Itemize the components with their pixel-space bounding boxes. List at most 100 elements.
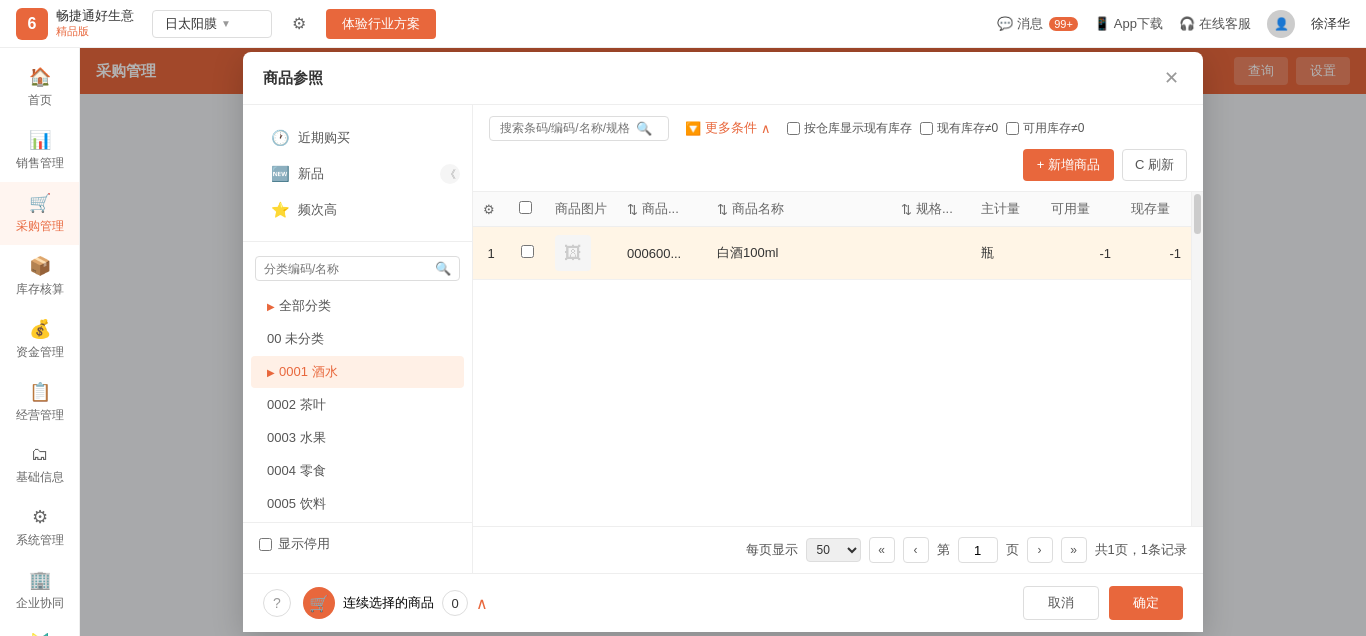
app-icon: 📱: [1094, 16, 1110, 31]
sidebar-label-finance: 资金管理: [16, 344, 64, 361]
store-selector[interactable]: 日太阳膜 ▼: [152, 10, 272, 38]
sidebar-item-system[interactable]: ⚙ 系统管理: [0, 496, 79, 559]
col-image-label: 商品图片: [555, 200, 607, 218]
settings-icon[interactable]: ⚙: [483, 202, 495, 217]
stock-nonzero-label[interactable]: 现有库存≠0: [920, 120, 998, 137]
help-btn[interactable]: ?: [263, 589, 291, 617]
page-size-select[interactable]: 20 50 100: [806, 538, 861, 562]
chevron-down-icon: ▼: [221, 18, 231, 29]
category-search-box[interactable]: 🔍: [255, 256, 460, 281]
search-icon: 🔍: [435, 261, 451, 276]
sidebar-item-guide[interactable]: 🔰 新手引导: [0, 622, 79, 636]
frequent-item[interactable]: ⭐ 频次高: [255, 193, 432, 227]
category-label-0005: 0005 饮料: [267, 496, 326, 511]
sort-icon-code: ⇅: [627, 202, 638, 217]
search-icon: 🔍: [636, 121, 652, 136]
online-service-nav-item[interactable]: 🎧 在线客服: [1179, 15, 1251, 33]
product-search-input[interactable]: [500, 121, 630, 135]
table-row[interactable]: 1 🖼: [473, 227, 1191, 280]
all-categories-label: 全部分类: [279, 297, 331, 315]
finance-icon: 💰: [29, 318, 51, 340]
add-product-button[interactable]: + 新增商品: [1023, 149, 1114, 181]
modal-title: 商品参照: [263, 69, 323, 88]
table-scrollbar[interactable]: [1191, 192, 1203, 526]
row-num: 1: [473, 227, 509, 280]
col-header-code[interactable]: ⇅ 商品...: [617, 192, 707, 227]
last-page-btn[interactable]: »: [1061, 537, 1087, 563]
product-table: ⚙ 商品图片: [473, 192, 1191, 280]
user-avatar[interactable]: 👤: [1267, 10, 1295, 38]
confirm-button[interactable]: 确定: [1109, 586, 1183, 620]
all-categories-item[interactable]: ▶ 全部分类: [251, 290, 464, 322]
warehouse-filter-label[interactable]: 按仓库显示现有库存: [787, 120, 912, 137]
category-label-0004: 0004 零食: [267, 463, 326, 478]
available-nonzero-label[interactable]: 可用库存≠0: [1006, 120, 1084, 137]
footer-right: 取消 确定: [1023, 586, 1183, 620]
product-table-area: ⚙ 商品图片: [473, 192, 1203, 526]
refresh-button[interactable]: C 刷新: [1122, 149, 1187, 181]
page-number-input[interactable]: [958, 537, 998, 563]
sidebar-item-operation[interactable]: 📋 经营管理: [0, 371, 79, 434]
cancel-button[interactable]: 取消: [1023, 586, 1099, 620]
row-checkbox[interactable]: [521, 245, 534, 258]
app-download-nav-item[interactable]: 📱 App下载: [1094, 15, 1163, 33]
warehouse-filter-checkbox[interactable]: [787, 122, 800, 135]
category-search-input[interactable]: [264, 262, 431, 276]
prev-page-btn[interactable]: ‹: [903, 537, 929, 563]
sidebar-item-basic-info[interactable]: 🗂 基础信息: [0, 434, 79, 496]
col-header-spec[interactable]: ⇅ 规格...: [891, 192, 971, 227]
recent-icon: 🕐: [271, 129, 290, 147]
sidebar-item-inventory[interactable]: 📦 库存核算: [0, 245, 79, 308]
sort-icon-spec: ⇅: [901, 202, 912, 217]
cart-label: 连续选择的商品: [343, 594, 434, 612]
col-header-num: ⚙: [473, 192, 509, 227]
recent-purchase-item[interactable]: 🕐 近期购买: [255, 121, 432, 155]
recent-purchase-label: 近期购买: [298, 129, 350, 147]
sidebar-item-home[interactable]: 🏠 首页: [0, 56, 79, 119]
first-page-btn[interactable]: «: [869, 537, 895, 563]
new-product-icon: 🆕: [271, 165, 290, 183]
toolbar-right: + 新增商品 C 刷新: [1023, 149, 1187, 181]
row-name: 白酒100ml: [707, 227, 891, 280]
modal-dialog: 商品参照 ✕ 🕐 近期购买: [243, 52, 1203, 632]
sidebar-item-purchase[interactable]: 🛒 采购管理: [0, 182, 79, 245]
category-item-00[interactable]: 00 未分类: [251, 323, 464, 355]
pagination-bar: 每页显示 20 50 100 « ‹ 第 页 ›: [473, 526, 1203, 573]
messages-badge: 99+: [1049, 17, 1078, 31]
left-panel-collapse-btn[interactable]: 《: [440, 164, 460, 184]
sidebar-item-enterprise[interactable]: 🏢 企业协同: [0, 559, 79, 622]
col-header-name[interactable]: ⇅ 商品名称: [707, 192, 891, 227]
available-nonzero-checkbox[interactable]: [1006, 122, 1019, 135]
scrollbar-thumb[interactable]: [1194, 194, 1201, 234]
sidebar-label-inventory: 库存核算: [16, 281, 64, 298]
show-disabled-label: 显示停用: [278, 535, 330, 553]
next-page-btn[interactable]: ›: [1027, 537, 1053, 563]
stock-nonzero-checkbox[interactable]: [920, 122, 933, 135]
frequent-icon: ⭐: [271, 201, 290, 219]
sidebar-item-sales[interactable]: 📊 销售管理: [0, 119, 79, 182]
row-spec: [891, 227, 971, 280]
cart-icon[interactable]: 🛒: [303, 587, 335, 619]
settings-icon[interactable]: ⚙: [284, 9, 314, 39]
category-item-0005[interactable]: 0005 饮料: [251, 488, 464, 520]
sidebar-item-finance[interactable]: 💰 资金管理: [0, 308, 79, 371]
row-checkbox-cell[interactable]: [509, 227, 545, 280]
more-filter-btn[interactable]: 🔽 更多条件 ∧: [677, 115, 779, 141]
product-thumbnail: 🖼: [555, 235, 591, 271]
category-item-0001[interactable]: ▶ 0001 酒水: [251, 356, 464, 388]
show-disabled-checkbox[interactable]: [259, 538, 272, 551]
enterprise-icon: 🏢: [29, 569, 51, 591]
product-search-box[interactable]: 🔍: [489, 116, 669, 141]
footer-collapse-btn[interactable]: ∧: [476, 594, 488, 613]
col-stock-label: 现存量: [1131, 201, 1170, 216]
category-item-0003[interactable]: 0003 水果: [251, 422, 464, 454]
sidebar-label-purchase: 采购管理: [16, 218, 64, 235]
new-product-item[interactable]: 🆕 新品: [255, 157, 432, 191]
select-all-checkbox[interactable]: [519, 201, 532, 214]
store-name: 日太阳膜: [165, 15, 217, 33]
messages-nav-item[interactable]: 💬 消息 99+: [997, 15, 1078, 33]
category-item-0004[interactable]: 0004 零食: [251, 455, 464, 487]
trial-button[interactable]: 体验行业方案: [326, 9, 436, 39]
category-item-0002[interactable]: 0002 茶叶: [251, 389, 464, 421]
close-icon[interactable]: ✕: [1159, 66, 1183, 90]
